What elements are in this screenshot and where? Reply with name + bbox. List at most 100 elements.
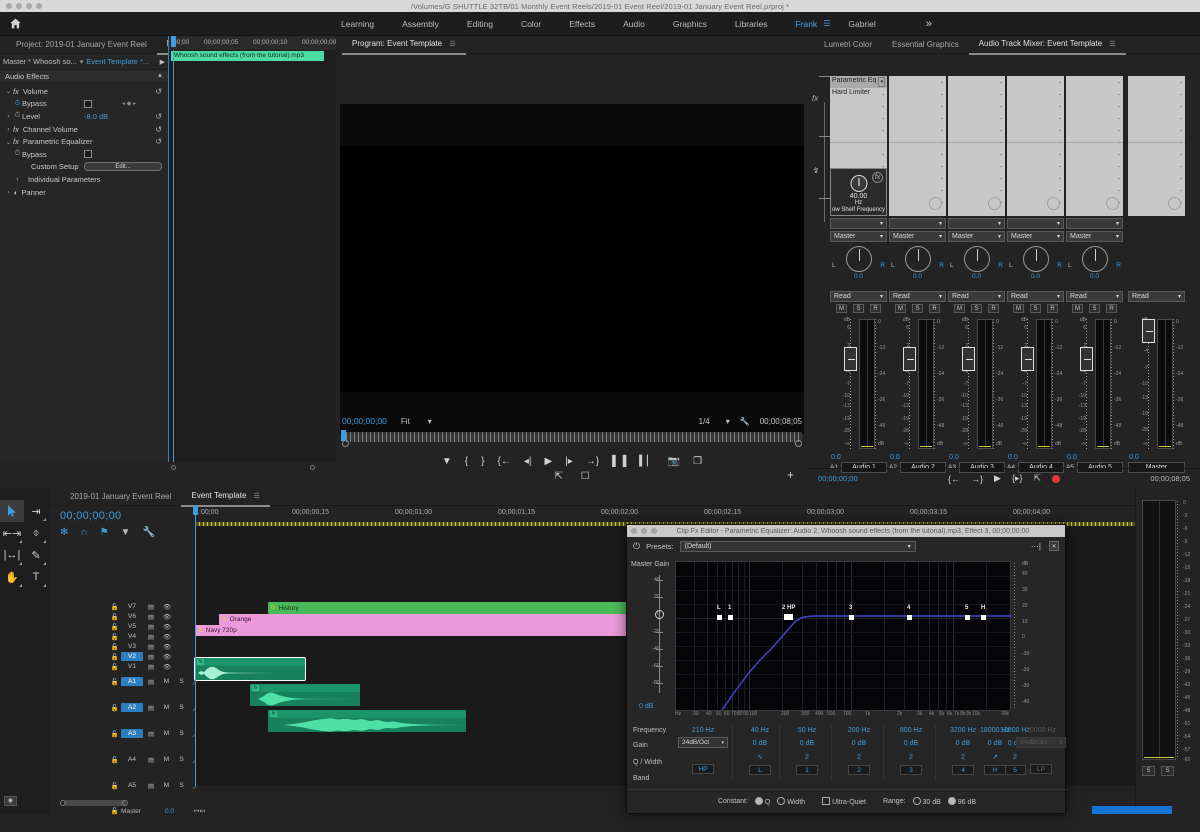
pan-knob-a5[interactable] <box>1081 246 1108 272</box>
param-row-eq-bypass[interactable]: ⏱ Bypass <box>0 148 168 161</box>
band1-gain[interactable]: 0 dB <box>779 737 835 751</box>
band3-gain[interactable]: 0 dB <box>883 737 939 751</box>
stopwatch-icon[interactable]: ⏱ <box>13 100 22 108</box>
chevron-down-icon[interactable]: ▾ <box>1057 220 1060 227</box>
keyframe-nav[interactable]: ◂ ◆ ▸ <box>122 100 136 107</box>
mute-button-a5[interactable]: M <box>159 782 174 789</box>
l-band-button[interactable]: L <box>749 765 771 775</box>
eye-icon[interactable]: 👁 <box>159 623 175 631</box>
constant-width-radio[interactable]: Width <box>777 797 805 806</box>
mute-button-a4[interactable]: M <box>159 756 174 763</box>
gain-value-a4[interactable]: 0.0 <box>1007 454 1064 461</box>
lock-icon[interactable]: 🔓 <box>108 782 121 790</box>
chevron-down-icon[interactable]: ▾ <box>1057 233 1060 240</box>
audio-clip-a2[interactable]: fx <box>194 657 306 681</box>
automation-mode-a4[interactable]: Read ▾ <box>1007 291 1064 302</box>
level-value[interactable]: -8.0 dB <box>84 112 108 121</box>
ec-clip-bar[interactable]: Whoosh sound effects (from the tutorial)… <box>171 51 324 61</box>
target-track-icon[interactable]: ▤ <box>143 663 159 671</box>
chevron-down-icon[interactable]: ▾ <box>1057 293 1060 300</box>
target-track-icon[interactable]: ▤ <box>143 704 159 712</box>
lock-icon[interactable]: 🔓 <box>108 613 121 621</box>
radio-icon[interactable] <box>912 797 921 805</box>
fader-thumb-a2[interactable] <box>903 347 916 371</box>
track-header-a1[interactable]: 🔓A1▤MS🎤 <box>108 677 203 686</box>
target-track-icon[interactable]: ▤ <box>143 782 159 790</box>
mute-button-a1[interactable]: M <box>836 304 847 313</box>
fader-thumb-a5[interactable] <box>1080 347 1093 371</box>
twirl-down-icon[interactable]: ⌄ <box>4 138 13 146</box>
play-icon[interactable]: ▶ <box>544 456 552 467</box>
lock-icon[interactable]: 🔓 <box>108 704 121 712</box>
eq-response-graph[interactable]: L 1 2 HP 3 4 5 H <box>675 561 1012 711</box>
record-button-a5[interactable]: R <box>1106 304 1117 313</box>
gain-value-a1[interactable]: 0.0 <box>830 454 887 461</box>
fx-knob-outline-icon[interactable] <box>1168 197 1181 210</box>
record-icon[interactable] <box>1052 474 1061 483</box>
eq-bypass-checkbox[interactable] <box>84 150 92 159</box>
chevron-down-icon[interactable]: ▾ <box>908 543 911 550</box>
chevron-down-icon[interactable]: ▾ <box>880 233 883 240</box>
fader-track-a1[interactable] <box>850 319 851 449</box>
fx-slot-select-a2[interactable]: ▾ <box>889 218 946 229</box>
band2-button[interactable]: 2 <box>848 765 870 775</box>
pan-control-a4[interactable]: L R 0.0 <box>1007 245 1064 289</box>
panel-menu-icon[interactable]: ☰ <box>1109 41 1115 48</box>
fader-thumb-a3[interactable] <box>962 347 975 371</box>
workspace-effects[interactable]: Effects <box>555 12 609 36</box>
eq-band-point-1[interactable] <box>728 615 733 620</box>
pan-control-a1[interactable]: L R 0.0 <box>830 245 887 289</box>
fx-slot-select-a5[interactable]: ▾ <box>1066 218 1123 229</box>
h-band-button[interactable]: H <box>984 765 1006 775</box>
param-row-individual-parameters[interactable]: › Individual Parameters <box>0 173 168 186</box>
target-track-icon[interactable]: ▤ <box>143 730 159 738</box>
output-select-a4[interactable]: Master ▾ <box>1007 231 1064 242</box>
slip-tool[interactable]: |↔| <box>0 544 24 566</box>
band1-button[interactable]: 1 <box>796 765 818 775</box>
hp-band-button[interactable]: HP <box>692 764 714 774</box>
fx-knob-outline-icon[interactable] <box>929 197 942 210</box>
automation-mode-a5[interactable]: Read ▾ <box>1066 291 1123 302</box>
track-header-v2[interactable]: 🔓 V2 ▤ 👁 <box>108 652 175 661</box>
audio-effects-section[interactable]: Audio Effects ▲ <box>0 70 168 83</box>
band2-q[interactable]: 2 <box>831 751 887 765</box>
fx-sends-slider[interactable] <box>824 102 825 222</box>
pan-control-a2[interactable]: L R 0.0 <box>889 245 946 289</box>
twirl-right-icon[interactable]: › <box>4 126 13 133</box>
ec-timeline-ruler[interactable]: 00;00 00;00;00;05 00;00;00;10 00;00;00;0… <box>169 36 336 50</box>
mixer-tc-left[interactable]: 00;00;00;00 <box>818 474 858 483</box>
pan-knob-a2[interactable] <box>904 246 931 272</box>
chevron-down-icon[interactable]: ▾ <box>726 417 730 426</box>
track-name-a1[interactable]: A1 <box>121 677 143 686</box>
lock-icon[interactable]: 🔓 <box>108 633 121 641</box>
fader-thumb-a4[interactable] <box>1021 347 1034 371</box>
solo-button-a4[interactable]: S <box>174 756 189 763</box>
pan-value-a1[interactable]: 0.0 <box>830 273 887 280</box>
mute-button-a1[interactable]: M <box>159 678 174 685</box>
home-icon[interactable] <box>0 17 30 30</box>
video-clip-orange[interactable]: fx Orange <box>219 614 642 625</box>
gain-value-master[interactable]: 0.0 <box>1128 454 1185 461</box>
maximize-icon[interactable] <box>651 528 657 534</box>
chevron-down-icon[interactable]: ▾ <box>80 58 84 66</box>
target-track-icon[interactable]: ▤ <box>143 756 159 764</box>
eye-icon[interactable]: 👁 <box>159 643 175 651</box>
ripple-edit-tool[interactable]: ⇤⇥ <box>0 522 24 544</box>
export-frame-icon[interactable]: 📷 <box>668 456 680 467</box>
extract-icon[interactable]: ▍▏ <box>639 456 654 467</box>
audio-clip-a4[interactable]: fx <box>268 710 466 732</box>
clip-fx-icon[interactable]: ⋯| <box>1031 542 1041 551</box>
solo-button-a1[interactable]: S <box>174 678 189 685</box>
closed-captions-icon[interactable]: ◉ <box>4 796 17 806</box>
workspace-learning[interactable]: Learning <box>327 12 388 36</box>
snap-icon[interactable]: ✻ <box>60 527 68 538</box>
chevron-down-icon[interactable]: ▾ <box>1116 220 1119 227</box>
tab-sequence-event-template[interactable]: Event Template ☰ <box>181 487 270 507</box>
pan-value-a4[interactable]: 0.0 <box>1007 273 1064 280</box>
band2-frequency[interactable]: 200 Hz <box>831 725 887 737</box>
minimize-icon[interactable] <box>641 528 647 534</box>
mute-button-a5[interactable]: M <box>1072 304 1083 313</box>
solo-button-a5[interactable]: S <box>174 782 189 789</box>
chevron-right-icon[interactable]: ▶ <box>160 58 165 66</box>
fx-param-knob-panel[interactable]: fx 40.00 Hz ow Shelf Frequency <box>830 168 887 216</box>
